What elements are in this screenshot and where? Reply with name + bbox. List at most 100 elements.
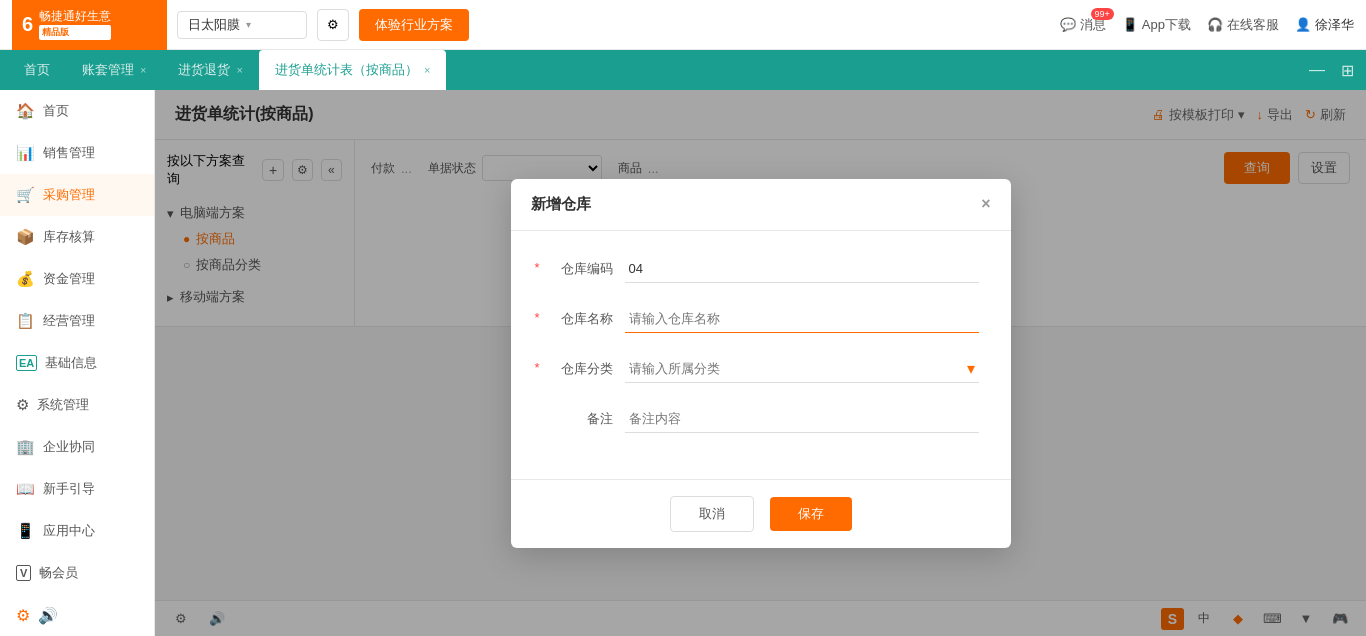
code-input[interactable] [625,255,979,283]
sidebar-item-purchase[interactable]: 🛒 采购管理 [0,174,154,216]
sidebar-item-system[interactable]: ⚙ 系统管理 [0,384,154,426]
gear-icon: ⚙ [327,17,339,32]
user-name: 徐泽华 [1315,16,1354,34]
sidebar-settings-icon[interactable]: ⚙ [16,606,30,625]
sidebar-item-membership[interactable]: V 畅会员 [0,552,154,594]
tab-bar: 首页 账套管理 × 进货退货 × 进货单统计表（按商品） × — ⊞ [0,50,1366,90]
sidebar-item-membership-label: 畅会员 [39,564,78,582]
logo-badge: 精品版 [39,25,111,40]
sidebar-item-operations[interactable]: 📋 经营管理 [0,300,154,342]
cancel-button[interactable]: 取消 [670,496,754,532]
main-layout: 🏠 首页 📊 销售管理 🛒 采购管理 📦 库存核算 💰 资金管理 📋 经营管理 … [0,90,1366,636]
tab-home-label: 首页 [24,61,50,79]
message-item[interactable]: 💬 消息 99+ [1060,16,1106,34]
form-row-notes: 备注 [543,405,979,433]
sidebar-item-basic-info-label: 基础信息 [45,354,97,372]
app-download-item[interactable]: 📱 App下载 [1122,16,1191,34]
notes-input[interactable] [625,405,979,433]
modal-overlay: 新增仓库 × 仓库编码 仓库名称 [155,90,1366,636]
tab-purchase-return-label: 进货退货 [178,61,230,79]
store-name: 日太阳膜 [188,16,240,34]
notes-label: 备注 [543,410,613,428]
trial-button[interactable]: 体验行业方案 [359,9,469,41]
sidebar-item-inventory-label: 库存核算 [43,228,95,246]
headphone-icon: 🎧 [1207,17,1223,32]
home-icon: 🏠 [16,102,35,120]
sidebar-item-enterprise-label: 企业协同 [43,438,95,456]
operations-icon: 📋 [16,312,35,330]
sidebar-item-enterprise[interactable]: 🏢 企业协同 [0,426,154,468]
logo-text-area: 畅捷通好生意 精品版 [39,9,111,40]
tab-purchase-stats[interactable]: 进货单统计表（按商品） × [259,50,446,90]
message-badge: 99+ [1091,8,1114,20]
user-item[interactable]: 👤 徐泽华 [1295,16,1354,34]
sidebar-item-app-center[interactable]: 📱 应用中心 [0,510,154,552]
finance-icon: 💰 [16,270,35,288]
phone-icon: 📱 [1122,17,1138,32]
tab-purchase-return[interactable]: 进货退货 × [162,50,258,90]
modal-close-button[interactable]: × [981,195,990,213]
form-row-code: 仓库编码 [543,255,979,283]
modal-footer: 取消 保存 [511,479,1011,548]
sidebar-item-inventory[interactable]: 📦 库存核算 [0,216,154,258]
sidebar-item-finance-label: 资金管理 [43,270,95,288]
sidebar-item-sales-label: 销售管理 [43,144,95,162]
new-warehouse-modal: 新增仓库 × 仓库编码 仓库名称 [511,179,1011,548]
online-service-item[interactable]: 🎧 在线客服 [1207,16,1279,34]
sidebar-item-guide-label: 新手引导 [43,480,95,498]
content-area: 进货单统计(按商品) 🖨 按模板打印 ▾ ↓ 导出 ↻ 刷新 [155,90,1366,636]
category-label: 仓库分类 [543,360,613,378]
sidebar-item-guide[interactable]: 📖 新手引导 [0,468,154,510]
membership-icon: V [16,565,31,581]
message-icon: 💬 [1060,17,1076,32]
code-label: 仓库编码 [543,260,613,278]
system-icon: ⚙ [16,396,29,414]
tab-purchase-stats-label: 进货单统计表（按商品） [275,61,418,79]
top-right-area: 💬 消息 99+ 📱 App下载 🎧 在线客服 👤 徐泽华 [1060,16,1354,34]
user-icon: 👤 [1295,17,1311,32]
logo-icon: 6 [22,13,33,36]
guide-icon: 📖 [16,480,35,498]
name-input[interactable] [625,305,979,333]
tab-window-actions: — ⊞ [1305,57,1358,84]
minimize-icon[interactable]: — [1305,57,1329,84]
name-label: 仓库名称 [543,310,613,328]
sidebar-item-purchase-label: 采购管理 [43,186,95,204]
modal-body: 仓库编码 仓库名称 仓库分类 ▾ [511,231,1011,479]
sidebar-item-finance[interactable]: 💰 资金管理 [0,258,154,300]
sidebar: 🏠 首页 📊 销售管理 🛒 采购管理 📦 库存核算 💰 资金管理 📋 经营管理 … [0,90,155,636]
tab-purchase-stats-close[interactable]: × [424,64,430,76]
app-download-label: App下载 [1142,16,1191,34]
modal-header: 新增仓库 × [511,179,1011,231]
save-button[interactable]: 保存 [770,497,852,531]
sidebar-bottom: ⚙ 🔊 [0,594,154,636]
top-bar: 6 畅捷通好生意 精品版 日太阳膜 ▾ ⚙ 体验行业方案 💬 消息 99+ 📱 … [0,0,1366,50]
sales-icon: 📊 [16,144,35,162]
sidebar-item-basic-info[interactable]: EA 基础信息 [0,342,154,384]
basic-info-icon: EA [16,355,37,371]
category-dropdown-icon: ▾ [967,359,975,378]
category-select[interactable] [625,355,979,383]
chevron-down-icon: ▾ [246,19,251,30]
logo-text: 畅捷通好生意 [39,9,111,25]
enterprise-icon: 🏢 [16,438,35,456]
settings-button[interactable]: ⚙ [317,9,349,41]
modal-title: 新增仓库 [531,195,591,214]
maximize-icon[interactable]: ⊞ [1337,57,1358,84]
tab-home[interactable]: 首页 [8,50,66,90]
sidebar-item-home[interactable]: 🏠 首页 [0,90,154,132]
online-service-label: 在线客服 [1227,16,1279,34]
tab-accounts[interactable]: 账套管理 × [66,50,162,90]
form-row-name: 仓库名称 [543,305,979,333]
category-select-wrapper: ▾ [625,355,979,383]
sidebar-item-app-center-label: 应用中心 [43,522,95,540]
app-center-icon: 📱 [16,522,35,540]
tab-accounts-close[interactable]: × [140,64,146,76]
tab-purchase-return-close[interactable]: × [236,64,242,76]
sidebar-item-sales[interactable]: 📊 销售管理 [0,132,154,174]
logo-area: 6 畅捷通好生意 精品版 [12,0,167,50]
store-selector[interactable]: 日太阳膜 ▾ [177,11,307,39]
sidebar-speaker-icon[interactable]: 🔊 [38,606,58,625]
sidebar-item-system-label: 系统管理 [37,396,89,414]
sidebar-item-operations-label: 经营管理 [43,312,95,330]
